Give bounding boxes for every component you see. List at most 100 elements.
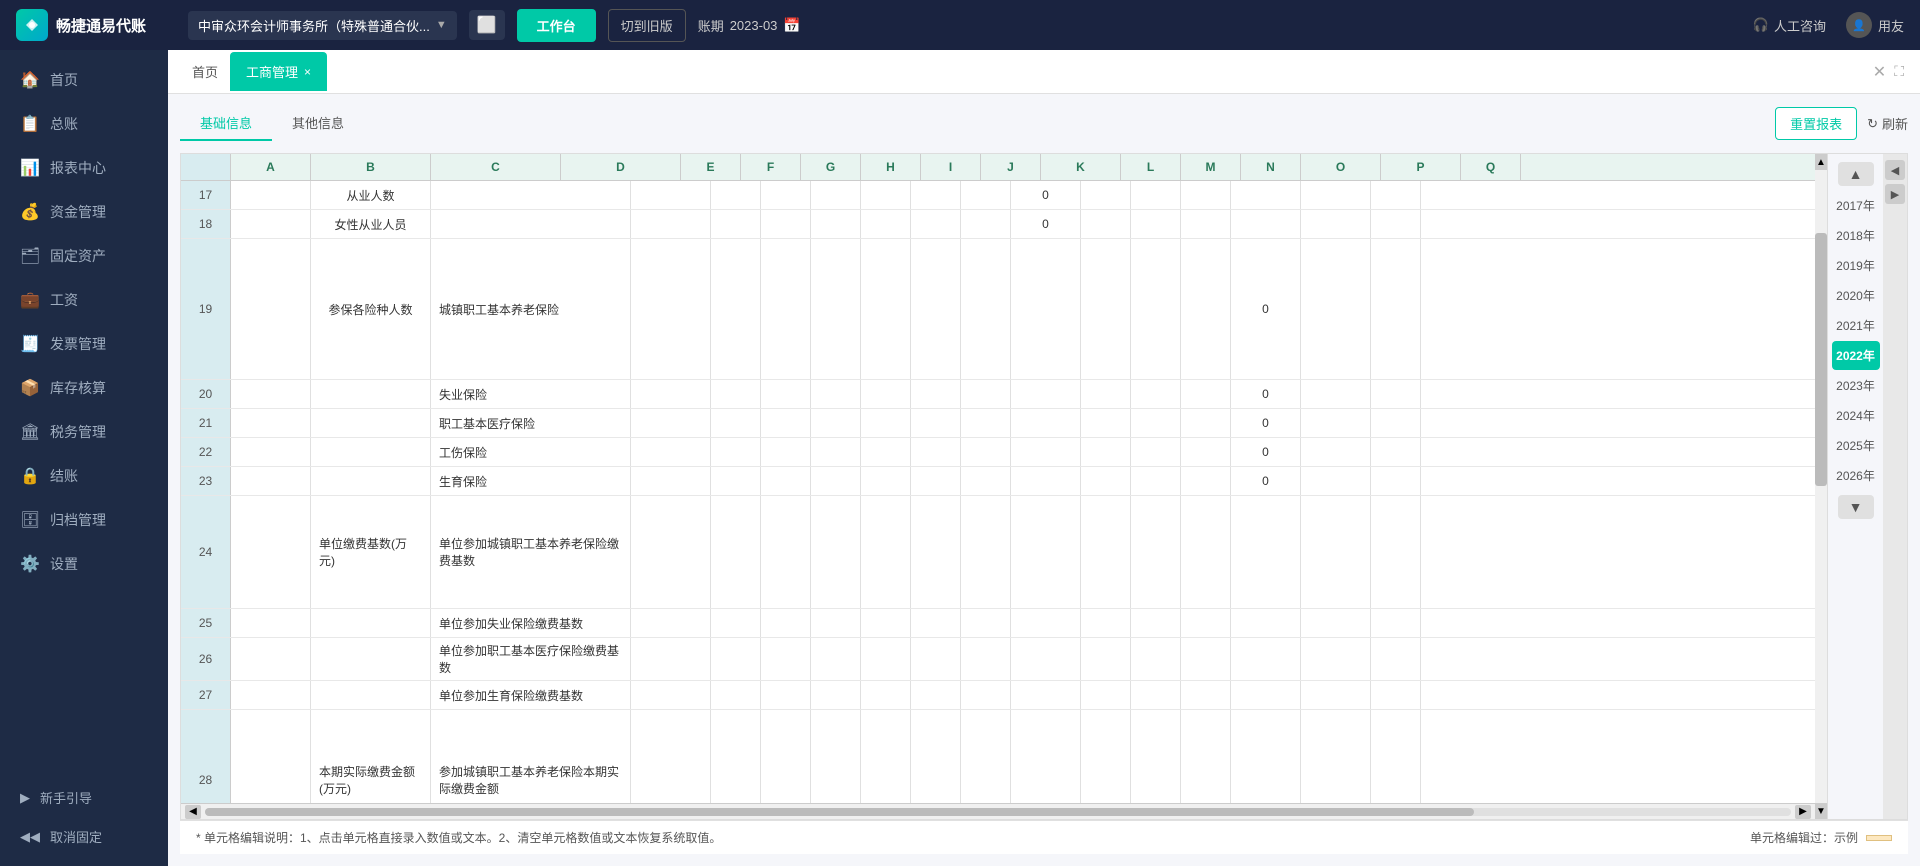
cell-h-20[interactable]: [861, 380, 911, 408]
cell-d-19[interactable]: [631, 239, 711, 379]
cell-b-19[interactable]: 参保各险种人数: [311, 239, 431, 379]
year-btn-2026年[interactable]: 2026年: [1832, 461, 1880, 490]
cell-h-22[interactable]: [861, 438, 911, 466]
cell-g-23[interactable]: [811, 467, 861, 495]
cell-k-23[interactable]: [1011, 467, 1081, 495]
sub-tab-1[interactable]: 其他信息: [272, 106, 364, 141]
tab-industrial[interactable]: 工商管理 ×: [230, 52, 327, 91]
year-btn-2022年[interactable]: 2022年: [1832, 341, 1880, 370]
table-row[interactable]: 27单位参加生育保险缴费基数: [181, 681, 1815, 710]
cell-q-26[interactable]: [1371, 638, 1421, 680]
vertical-scrollbar[interactable]: ▲ ▼: [1815, 154, 1827, 819]
cell-m-20[interactable]: [1131, 380, 1181, 408]
sub-tab-0[interactable]: 基础信息: [180, 106, 272, 141]
cell-c-18[interactable]: [431, 210, 631, 238]
cell-e-17[interactable]: [711, 181, 761, 209]
cell-m-24[interactable]: [1131, 496, 1181, 608]
cell-p-26[interactable]: [1301, 638, 1371, 680]
cell-o-24[interactable]: [1231, 496, 1301, 608]
cell-b-17[interactable]: 从业人数: [311, 181, 431, 209]
year-btn-2025年[interactable]: 2025年: [1832, 431, 1880, 460]
cell-a-25[interactable]: [231, 609, 311, 637]
cell-c-23[interactable]: 生育保险: [431, 467, 631, 495]
table-row[interactable]: 25单位参加失业保险缴费基数: [181, 609, 1815, 638]
cell-e-25[interactable]: [711, 609, 761, 637]
reset-report-button[interactable]: 重置报表: [1775, 107, 1857, 140]
cell-e-21[interactable]: [711, 409, 761, 437]
table-row[interactable]: 26单位参加职工基本医疗保险缴费基数: [181, 638, 1815, 681]
sidebar-item-ledger[interactable]: 📋总账: [0, 102, 168, 146]
cell-e-18[interactable]: [711, 210, 761, 238]
cell-l-20[interactable]: [1081, 380, 1131, 408]
cell-i-22[interactable]: [911, 438, 961, 466]
cell-l-21[interactable]: [1081, 409, 1131, 437]
cell-c-25[interactable]: 单位参加失业保险缴费基数: [431, 609, 631, 637]
year-btn-2017年[interactable]: 2017年: [1832, 191, 1880, 220]
expand-icon[interactable]: ⛶: [1894, 63, 1904, 80]
cell-i-25[interactable]: [911, 609, 961, 637]
cell-m-17[interactable]: [1131, 181, 1181, 209]
year-up-button[interactable]: ▲: [1838, 162, 1874, 186]
user-menu[interactable]: 👤 用友: [1846, 12, 1904, 38]
cell-j-23[interactable]: [961, 467, 1011, 495]
cell-q-18[interactable]: [1371, 210, 1421, 238]
cell-q-25[interactable]: [1371, 609, 1421, 637]
cell-a-28[interactable]: [231, 710, 311, 803]
cell-o-23[interactable]: 0: [1231, 467, 1301, 495]
cell-k-17[interactable]: 0: [1011, 181, 1081, 209]
cell-q-21[interactable]: [1371, 409, 1421, 437]
table-row[interactable]: 23生育保险0: [181, 467, 1815, 496]
cell-a-19[interactable]: [231, 239, 311, 379]
cell-i-24[interactable]: [911, 496, 961, 608]
cell-g-22[interactable]: [811, 438, 861, 466]
cell-i-28[interactable]: [911, 710, 961, 803]
cell-d-24[interactable]: [631, 496, 711, 608]
cell-l-22[interactable]: [1081, 438, 1131, 466]
cell-o-21[interactable]: 0: [1231, 409, 1301, 437]
cell-o-25[interactable]: [1231, 609, 1301, 637]
cell-c-27[interactable]: 单位参加生育保险缴费基数: [431, 681, 631, 709]
cell-g-25[interactable]: [811, 609, 861, 637]
cell-g-17[interactable]: [811, 181, 861, 209]
scroll-right-button[interactable]: ▶: [1795, 805, 1811, 819]
cell-h-23[interactable]: [861, 467, 911, 495]
cell-n-26[interactable]: [1181, 638, 1231, 680]
cell-k-19[interactable]: [1011, 239, 1081, 379]
cell-a-20[interactable]: [231, 380, 311, 408]
cell-k-28[interactable]: [1011, 710, 1081, 803]
cell-i-26[interactable]: [911, 638, 961, 680]
cell-l-18[interactable]: [1081, 210, 1131, 238]
cell-e-22[interactable]: [711, 438, 761, 466]
cell-k-24[interactable]: [1011, 496, 1081, 608]
cell-g-18[interactable]: [811, 210, 861, 238]
cell-f-20[interactable]: [761, 380, 811, 408]
cell-p-27[interactable]: [1301, 681, 1371, 709]
cell-i-19[interactable]: [911, 239, 961, 379]
cell-f-21[interactable]: [761, 409, 811, 437]
table-row[interactable]: 17从业人数0: [181, 181, 1815, 210]
cell-f-22[interactable]: [761, 438, 811, 466]
cell-b-21[interactable]: [311, 409, 431, 437]
cell-o-28[interactable]: [1231, 710, 1301, 803]
cell-c-21[interactable]: 职工基本医疗保险: [431, 409, 631, 437]
cell-a-18[interactable]: [231, 210, 311, 238]
cell-n-19[interactable]: [1181, 239, 1231, 379]
year-btn-2021年[interactable]: 2021年: [1832, 311, 1880, 340]
cell-i-18[interactable]: [911, 210, 961, 238]
cell-b-20[interactable]: [311, 380, 431, 408]
scroll-up-button[interactable]: ▲: [1815, 154, 1827, 170]
cell-b-28[interactable]: 本期实际缴费金额(万元): [311, 710, 431, 803]
cell-f-17[interactable]: [761, 181, 811, 209]
cell-j-22[interactable]: [961, 438, 1011, 466]
horizontal-scrollbar[interactable]: ◀ ▶: [181, 803, 1815, 819]
calendar-icon[interactable]: 📅: [783, 17, 800, 34]
cell-p-20[interactable]: [1301, 380, 1371, 408]
cell-q-27[interactable]: [1371, 681, 1421, 709]
cell-l-19[interactable]: [1081, 239, 1131, 379]
table-row[interactable]: 28本期实际缴费金额(万元)参加城镇职工基本养老保险本期实际缴费金额: [181, 710, 1815, 803]
year-btn-2020年[interactable]: 2020年: [1832, 281, 1880, 310]
cell-a-24[interactable]: [231, 496, 311, 608]
year-btn-2019年[interactable]: 2019年: [1832, 251, 1880, 280]
cell-g-19[interactable]: [811, 239, 861, 379]
sidebar-item-home[interactable]: 🏠首页: [0, 58, 168, 102]
